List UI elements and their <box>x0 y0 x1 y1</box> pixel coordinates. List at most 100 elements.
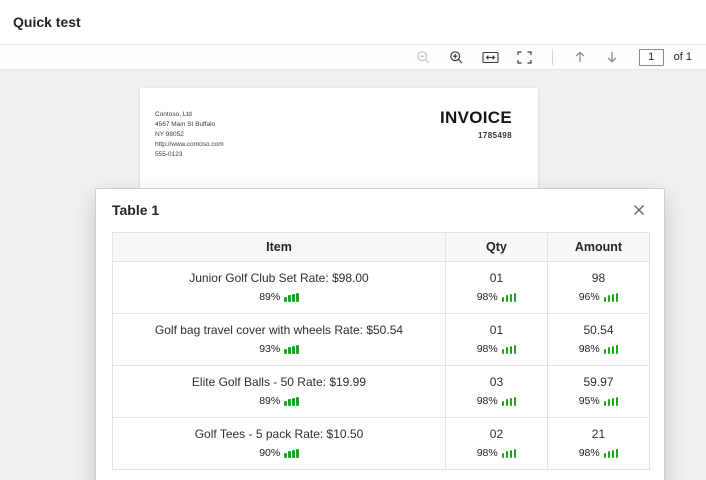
confidence-value: 98% <box>578 447 600 459</box>
close-button[interactable] <box>628 201 650 219</box>
invoice-title: INVOICE <box>439 108 512 127</box>
confidence-value: 98% <box>476 447 498 459</box>
confidence: 98% <box>452 447 541 459</box>
arrow-down-icon <box>607 52 616 63</box>
page-total-label: of 1 <box>673 51 692 63</box>
dialog-header: Table 1 <box>96 189 664 229</box>
confidence-bars-icon <box>603 448 619 458</box>
table-row: Elite Golf Balls - 50 Rate: $19.99 89% 0… <box>112 365 651 418</box>
cell-value: 03 <box>489 375 504 389</box>
table-cell: 01 98% <box>444 261 548 314</box>
extracted-table: Item Qty Amount Junior Golf Club Set Rat… <box>112 232 651 470</box>
cell-value: 02 <box>489 427 504 441</box>
confidence-bars-icon <box>501 448 517 458</box>
arrow-up-icon <box>575 51 584 62</box>
table-cell: 02 98% <box>444 417 548 470</box>
company-line: 555-0123 <box>155 151 183 159</box>
viewer-toolbar: of 1 <box>0 44 706 70</box>
company-line: 4567 Main St Buffalo <box>155 121 216 129</box>
fit-width-button[interactable] <box>475 49 506 66</box>
column-header-amount: Amount <box>546 232 651 262</box>
confidence-bars-icon <box>603 292 619 302</box>
invoice-header-block: INVOICE 1785498 <box>440 108 512 140</box>
confidence: 93% <box>119 343 439 355</box>
zoom-out-icon <box>416 50 430 63</box>
fit-page-icon <box>517 50 532 64</box>
confidence-bars-icon <box>501 344 517 354</box>
table-cell: Junior Golf Club Set Rate: $98.00 89% <box>112 261 446 314</box>
cell-value: 01 <box>489 323 504 337</box>
cell-value: Golf bag travel cover with wheels Rate: … <box>154 323 404 337</box>
table-cell: 03 98% <box>444 365 548 418</box>
table-cell: 21 98% <box>546 417 651 470</box>
confidence-bars-icon <box>284 292 299 302</box>
confidence: 98% <box>554 343 643 355</box>
confidence-bars-icon <box>284 396 299 406</box>
cell-value: 59.97 <box>583 375 614 389</box>
invoice-number: 1785498 <box>478 131 512 140</box>
next-page-button[interactable] <box>598 48 626 66</box>
confidence-value: 93% <box>259 343 281 355</box>
cell-value: 98 <box>591 271 606 285</box>
quick-test-page: Quick test 1 of 1 Contoso, Ltd 4567 Main… <box>0 0 706 480</box>
confidence: 98% <box>554 447 643 459</box>
company-line: NY 98052 <box>155 131 184 139</box>
toolbar-divider <box>551 49 553 65</box>
table-cell: Elite Golf Balls - 50 Rate: $19.99 89% <box>112 365 446 418</box>
zoom-in-button[interactable] <box>442 48 471 67</box>
confidence-bars-icon <box>501 396 517 406</box>
page-number-input[interactable] <box>638 48 664 66</box>
company-line: Contoso, Ltd <box>155 111 192 118</box>
table-cell: Golf bag travel cover with wheels Rate: … <box>112 313 446 366</box>
table-cell: 59.97 95% <box>546 365 651 418</box>
confidence-value: 96% <box>578 291 600 303</box>
close-icon <box>634 205 644 215</box>
cell-value: 01 <box>489 271 504 285</box>
confidence-value: 90% <box>259 447 281 459</box>
confidence-value: 95% <box>578 395 600 407</box>
confidence-value: 98% <box>476 395 498 407</box>
zoom-in-icon <box>449 50 463 63</box>
confidence-value: 98% <box>476 343 498 355</box>
confidence: 98% <box>452 343 541 355</box>
table-row: Golf Tees - 5 pack Rate: $10.50 90% 02 9… <box>112 417 651 470</box>
fit-page-button[interactable] <box>510 49 539 66</box>
confidence-bars-icon <box>501 292 517 302</box>
previous-page-button[interactable] <box>566 48 594 66</box>
cell-value: Junior Golf Club Set Rate: $98.00 <box>189 271 369 285</box>
table-header-row: Item Qty Amount <box>112 232 651 262</box>
column-header-item: Item <box>112 232 446 262</box>
table-details-dialog: Table 1 Item Qty Amount Junior Golf Club… <box>95 188 665 480</box>
confidence: 95% <box>554 395 643 407</box>
dialog-title: Table 1 <box>112 202 160 218</box>
confidence-bars-icon <box>284 448 299 458</box>
confidence-bars-icon <box>603 396 619 406</box>
page-title: Quick test <box>13 14 81 30</box>
table-row: Junior Golf Club Set Rate: $98.00 89% 01… <box>112 261 651 314</box>
table-cell: 01 98% <box>444 313 548 366</box>
page-header: Quick test <box>0 0 706 44</box>
confidence: 96% <box>554 291 643 303</box>
confidence-bars-icon <box>603 344 619 354</box>
cell-value: Golf Tees - 5 pack Rate: $10.50 <box>194 427 364 441</box>
confidence: 89% <box>119 395 439 407</box>
company-address-block: Contoso, Ltd 4567 Main St Buffalo NY 980… <box>155 110 224 160</box>
cell-value: 50.54 <box>583 323 614 337</box>
table-row: Golf bag travel cover with wheels Rate: … <box>112 313 651 366</box>
company-line: http://www.contoso.com <box>155 141 224 149</box>
cell-value: Elite Golf Balls - 50 Rate: $19.99 <box>191 375 367 389</box>
confidence: 98% <box>452 395 541 407</box>
table-cell: Golf Tees - 5 pack Rate: $10.50 90% <box>112 417 446 470</box>
table-cell: 98 96% <box>546 261 651 314</box>
confidence-value: 89% <box>259 395 281 407</box>
column-header-qty: Qty <box>444 232 548 262</box>
confidence: 98% <box>452 291 541 303</box>
confidence: 90% <box>119 447 439 459</box>
confidence-bars-icon <box>284 344 299 354</box>
confidence-value: 98% <box>476 291 498 303</box>
fit-width-icon <box>482 51 499 63</box>
confidence: 89% <box>119 291 439 303</box>
table-cell: 50.54 98% <box>546 313 651 366</box>
confidence-value: 98% <box>578 343 600 355</box>
zoom-out-button[interactable] <box>409 48 438 67</box>
